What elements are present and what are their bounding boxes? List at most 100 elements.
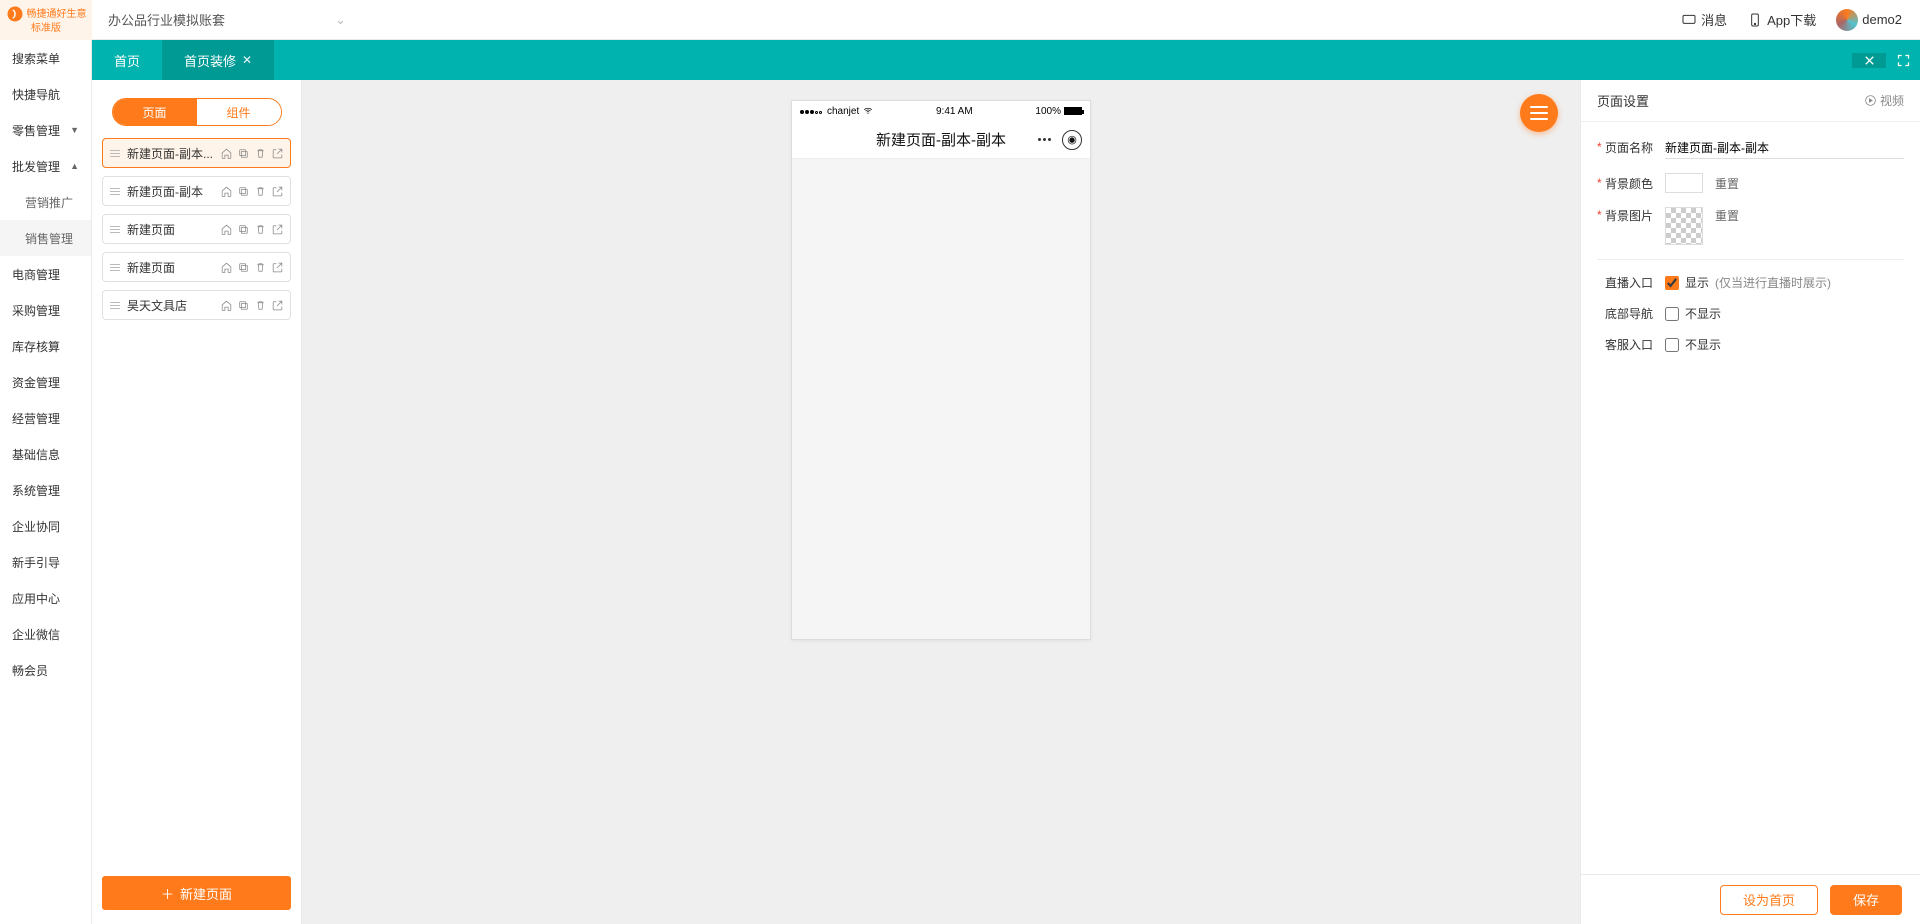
tab-active-label: 首页装修 (184, 51, 236, 70)
live-entry-checkbox[interactable]: 显示 (仅当进行直播时展示) (1665, 274, 1831, 291)
tab-page-decoration[interactable]: 首页装修 ✕ (162, 40, 274, 80)
share-icon[interactable] (271, 261, 284, 274)
nav-item[interactable]: 新手引导 (0, 544, 91, 580)
nav-item[interactable]: 批发管理▲ (0, 148, 91, 184)
page-list-item[interactable]: 昊天文具店 (102, 290, 291, 320)
account-set-selector[interactable]: 办公品行业模拟账套 ⌄ (108, 10, 346, 29)
nav-item[interactable]: 经营管理 (0, 400, 91, 436)
page-item-name: 新建页面-副本 (127, 183, 214, 200)
page-item-name: 新建页面 (127, 221, 214, 238)
nav-item[interactable]: 企业协同 (0, 508, 91, 544)
phone-body[interactable] (792, 159, 1090, 639)
user-menu[interactable]: demo2 (1836, 9, 1902, 31)
account-set-name: 办公品行业模拟账套 (108, 10, 225, 29)
nav-item[interactable]: 搜索菜单 (0, 40, 91, 76)
copy-icon[interactable] (237, 185, 250, 198)
page-item-name: 新建页面-副本... (127, 145, 214, 162)
nav-item[interactable]: 应用中心 (0, 580, 91, 616)
share-icon[interactable] (271, 185, 284, 198)
bottom-nav-checkbox[interactable]: 不显示 (1665, 305, 1721, 322)
bg-image-reset[interactable]: 重置 (1715, 207, 1739, 224)
home-icon[interactable] (220, 185, 233, 198)
brand-logo: 畅捷通好生意 标准版 (0, 0, 92, 40)
cs-entry-checkbox[interactable]: 不显示 (1665, 336, 1721, 353)
drag-handle-icon[interactable] (109, 150, 121, 157)
page-list: 新建页面-副本... 新建页面-副本 新建页面 新建页面 昊天文具店 (102, 138, 291, 866)
cs-entry-label: 客服入口 (1597, 336, 1665, 353)
messages-button[interactable]: 消息 (1681, 10, 1727, 29)
tab-home-label: 首页 (114, 51, 140, 70)
drag-handle-icon[interactable] (109, 264, 121, 271)
drag-handle-icon[interactable] (109, 188, 121, 195)
delete-icon[interactable] (254, 223, 267, 236)
nav-item[interactable]: 库存核算 (0, 328, 91, 364)
bg-image-label: 背景图片 (1597, 207, 1665, 224)
copy-icon[interactable] (237, 223, 250, 236)
segment-component[interactable]: 组件 (197, 99, 281, 125)
fullscreen-icon (1896, 53, 1911, 68)
drag-handle-icon[interactable] (109, 226, 121, 233)
fullscreen-button[interactable] (1886, 53, 1920, 68)
play-icon (1864, 94, 1877, 107)
nav-item[interactable]: 采购管理 (0, 292, 91, 328)
copy-icon[interactable] (237, 299, 250, 312)
phone-icon (1747, 12, 1763, 28)
nav-item[interactable]: 电商管理 (0, 256, 91, 292)
page-list-item[interactable]: 新建页面 (102, 252, 291, 282)
phone-page-title: 新建页面-副本-副本 (876, 129, 1006, 150)
bg-color-label: 背景颜色 (1597, 175, 1665, 192)
share-icon[interactable] (271, 147, 284, 160)
segment-control: 页面 组件 (112, 98, 282, 126)
design-canvas: chanjet 9:41 AM 100% 新建页面-副本-副本 (302, 80, 1580, 924)
copy-icon[interactable] (237, 147, 250, 160)
page-item-name: 昊天文具店 (127, 297, 214, 314)
nav-item[interactable]: 基础信息 (0, 436, 91, 472)
tab-home[interactable]: 首页 (92, 40, 162, 80)
delete-icon[interactable] (254, 147, 267, 160)
canvas-menu-fab[interactable] (1520, 94, 1558, 132)
delete-icon[interactable] (254, 185, 267, 198)
page-list-item[interactable]: 新建页面-副本... (102, 138, 291, 168)
page-name-input[interactable] (1665, 136, 1904, 159)
copy-icon[interactable] (237, 261, 250, 274)
brand-edition: 标准版 (31, 23, 61, 34)
nav-item[interactable]: 系统管理 (0, 472, 91, 508)
close-tab-icon[interactable]: ✕ (242, 53, 252, 67)
new-page-button[interactable]: ＋ 新建页面 (102, 876, 291, 910)
page-list-item[interactable]: 新建页面 (102, 214, 291, 244)
chevron-down-icon: ⌄ (335, 12, 346, 28)
share-icon[interactable] (271, 223, 284, 236)
delete-icon[interactable] (254, 261, 267, 274)
close-panel-button[interactable] (1852, 53, 1886, 68)
plus-icon: ＋ (161, 884, 174, 903)
app-download-button[interactable]: App下载 (1747, 10, 1816, 29)
set-home-button[interactable]: 设为首页 (1720, 885, 1818, 915)
page-name-label: 页面名称 (1597, 139, 1665, 156)
nav-subitem[interactable]: 营销推广 (0, 184, 91, 220)
drag-handle-icon[interactable] (109, 302, 121, 309)
page-list-item[interactable]: 新建页面-副本 (102, 176, 291, 206)
segment-page[interactable]: 页面 (113, 99, 197, 125)
phone-title-bar: 新建页面-副本-副本 ◉ (792, 121, 1090, 159)
home-icon[interactable] (220, 223, 233, 236)
nav-item[interactable]: 企业微信 (0, 616, 91, 652)
status-bar: chanjet 9:41 AM 100% (792, 101, 1090, 121)
nav-item[interactable]: 快捷导航 (0, 76, 91, 112)
share-icon[interactable] (271, 299, 284, 312)
nav-item[interactable]: 畅会员 (0, 652, 91, 688)
nav-item[interactable]: 零售管理▼ (0, 112, 91, 148)
home-icon[interactable] (220, 299, 233, 312)
nav-subitem[interactable]: 销售管理 (0, 220, 91, 256)
close-icon (1862, 53, 1877, 68)
delete-icon[interactable] (254, 299, 267, 312)
settings-title: 页面设置 (1597, 91, 1649, 110)
bg-color-reset[interactable]: 重置 (1715, 175, 1739, 192)
home-icon[interactable] (220, 147, 233, 160)
nav-item[interactable]: 资金管理 (0, 364, 91, 400)
save-button[interactable]: 保存 (1830, 885, 1902, 915)
bg-color-swatch[interactable] (1665, 173, 1703, 193)
video-help-link[interactable]: 视频 (1864, 92, 1904, 109)
caret-icon: ▼ (70, 125, 79, 135)
bg-image-picker[interactable] (1665, 207, 1703, 245)
home-icon[interactable] (220, 261, 233, 274)
